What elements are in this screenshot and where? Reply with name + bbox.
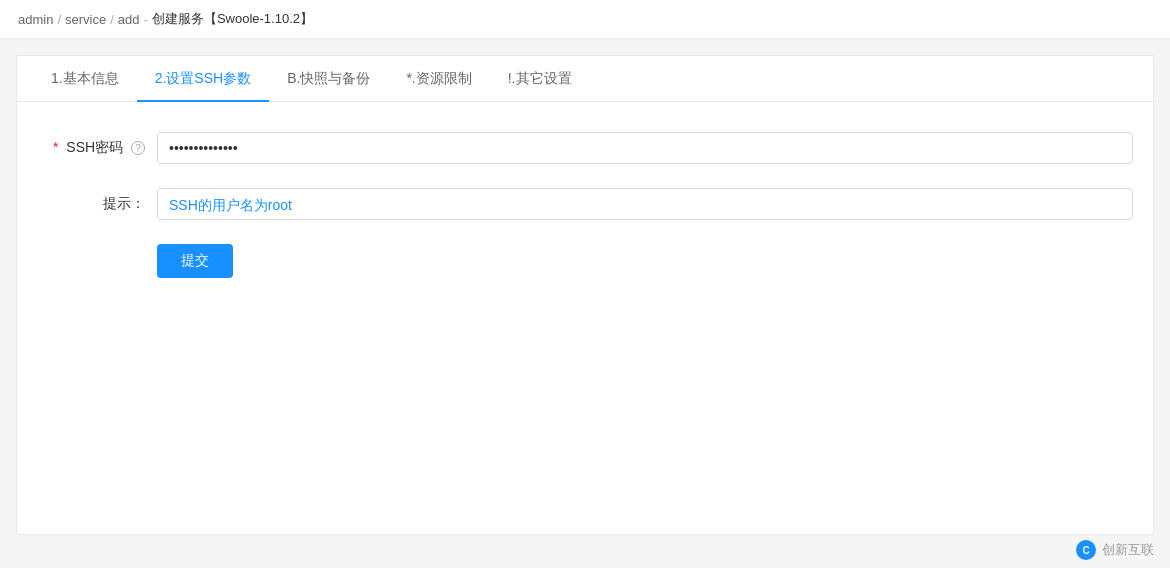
tab-ssh[interactable]: 2.设置SSH参数 bbox=[137, 56, 269, 102]
brand-icon: C bbox=[1076, 540, 1096, 560]
tab-other[interactable]: !.其它设置 bbox=[490, 56, 590, 102]
hint-row: 提示： SSH的用户名为root bbox=[17, 188, 1153, 220]
tabs-bar: 1.基本信息 2.设置SSH参数 B.快照与备份 *.资源限制 !.其它设置 bbox=[17, 56, 1153, 102]
tab-resource[interactable]: *.资源限制 bbox=[388, 56, 489, 102]
ssh-password-row: * SSH密码 ? bbox=[17, 132, 1153, 164]
ssh-password-label: * SSH密码 ? bbox=[37, 139, 157, 157]
breadcrumb-service[interactable]: service bbox=[65, 12, 106, 27]
breadcrumb-sep2: / bbox=[110, 12, 114, 27]
footer-brand: C 创新互联 bbox=[1076, 540, 1154, 560]
main-card: 1.基本信息 2.设置SSH参数 B.快照与备份 *.资源限制 !.其它设置 *… bbox=[16, 55, 1154, 535]
breadcrumb-dash: - bbox=[144, 12, 148, 27]
required-mark: * bbox=[53, 139, 58, 155]
breadcrumb-title: 创建服务【Swoole-1.10.2】 bbox=[152, 10, 313, 28]
help-icon[interactable]: ? bbox=[131, 141, 145, 155]
form-area: * SSH密码 ? 提示： SSH的用户名为root 提交 bbox=[17, 102, 1153, 308]
ssh-password-input[interactable] bbox=[157, 132, 1133, 164]
submit-row: 提交 bbox=[17, 244, 1153, 278]
tab-basic[interactable]: 1.基本信息 bbox=[33, 56, 137, 102]
breadcrumb-add: add bbox=[118, 12, 140, 27]
breadcrumb: admin / service / add - 创建服务【Swoole-1.10… bbox=[0, 0, 1170, 39]
tab-snapshot[interactable]: B.快照与备份 bbox=[269, 56, 388, 102]
brand-name: 创新互联 bbox=[1102, 541, 1154, 559]
breadcrumb-admin[interactable]: admin bbox=[18, 12, 53, 27]
hint-text: SSH的用户名为root bbox=[157, 188, 1133, 220]
submit-button[interactable]: 提交 bbox=[157, 244, 233, 278]
hint-label: 提示： bbox=[37, 195, 157, 213]
breadcrumb-sep1: / bbox=[57, 12, 61, 27]
